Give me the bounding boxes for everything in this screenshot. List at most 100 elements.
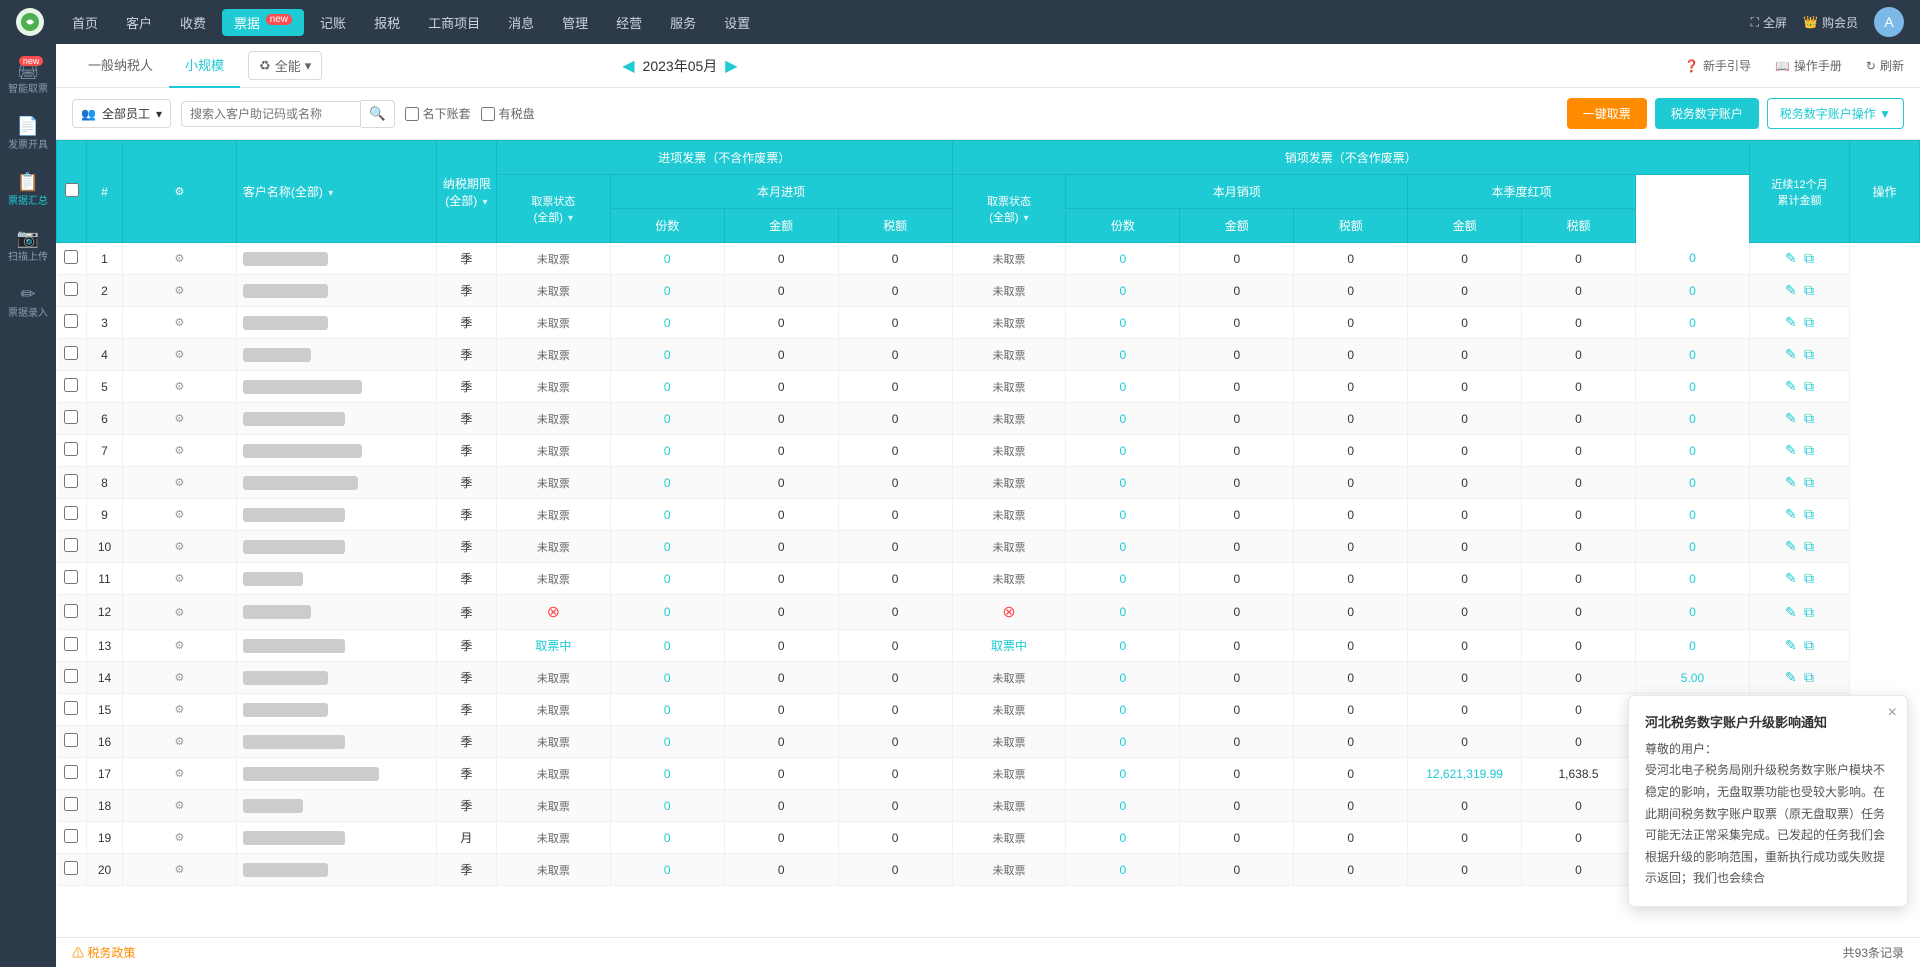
popup-close-btn[interactable]: × [1888, 704, 1897, 722]
row-settings[interactable]: ⚙ [123, 630, 237, 662]
row-status-in[interactable]: 未取票 [496, 499, 610, 531]
row-status-out[interactable]: 未取票 [952, 790, 1066, 822]
row-settings[interactable]: ⚙ [123, 694, 237, 726]
row-checkbox[interactable] [64, 604, 78, 618]
row-customer-name[interactable]: ████████████ [236, 499, 436, 531]
edit-action-btn[interactable]: ✎ [1785, 538, 1797, 554]
row-settings[interactable]: ⚙ [123, 758, 237, 790]
edit-action-btn[interactable]: ✎ [1785, 442, 1797, 458]
row-checkbox[interactable] [64, 701, 78, 715]
row-status-in[interactable]: 未取票 [496, 662, 610, 694]
row-status-in[interactable]: 未取票 [496, 467, 610, 499]
row-customer-name[interactable]: ████████████.... [236, 467, 436, 499]
row-status-in[interactable]: 未取票 [496, 854, 610, 886]
one-key-ticket-btn[interactable]: 一键取票 [1567, 98, 1647, 129]
row-customer-name[interactable]: ██████████ [236, 307, 436, 339]
cumulative-link[interactable]: 0 [1689, 508, 1696, 522]
row-customer-name[interactable]: ████████████ [236, 822, 436, 854]
cumulative-link[interactable]: 0 [1689, 284, 1696, 298]
row-status-in[interactable]: 未取票 [496, 694, 610, 726]
row-status-out[interactable]: 未取票 [952, 243, 1066, 275]
row-settings[interactable]: ⚙ [123, 790, 237, 822]
copy-action-btn[interactable]: ⧉ [1804, 474, 1814, 490]
edit-action-btn[interactable]: ✎ [1785, 314, 1797, 330]
row-status-out[interactable]: ⊗ [952, 595, 1066, 630]
row-customer-name[interactable]: ████████ [236, 595, 436, 630]
edit-action-btn[interactable]: ✎ [1785, 346, 1797, 362]
edit-action-btn[interactable]: ✎ [1785, 410, 1797, 426]
copy-action-btn[interactable]: ⧉ [1804, 604, 1814, 620]
row-checkbox[interactable] [64, 442, 78, 456]
row-check[interactable] [57, 243, 87, 275]
row-checkbox[interactable] [64, 250, 78, 264]
row-customer-name[interactable]: ██████████ [236, 662, 436, 694]
row-status-out[interactable]: 未取票 [952, 726, 1066, 758]
row-customer-name[interactable]: ████████████ [236, 403, 436, 435]
date-next-btn[interactable]: ▶ [725, 56, 737, 76]
row-checkbox[interactable] [64, 797, 78, 811]
row-checkbox[interactable] [64, 733, 78, 747]
row-status-out[interactable]: 未取票 [952, 307, 1066, 339]
row-status-in[interactable]: 未取票 [496, 435, 610, 467]
row-settings[interactable]: ⚙ [123, 499, 237, 531]
row-customer-name[interactable]: ██████████ [236, 275, 436, 307]
row-check[interactable] [57, 339, 87, 371]
row-check[interactable] [57, 499, 87, 531]
row-checkbox[interactable] [64, 378, 78, 392]
row-customer-name[interactable]: ████████████████ [236, 758, 436, 790]
tax-policy-link[interactable]: ⚠ 税务政策 [72, 944, 135, 961]
copy-action-btn[interactable]: ⧉ [1804, 250, 1814, 266]
tax-digital-account-btn[interactable]: 税务数字账户 [1655, 98, 1759, 129]
row-settings[interactable]: ⚙ [123, 275, 237, 307]
row-check[interactable] [57, 371, 87, 403]
row-checkbox[interactable] [64, 474, 78, 488]
row-checkbox[interactable] [64, 282, 78, 296]
sidebar-item-invoice-entry[interactable]: ✏ 票据录入 [4, 276, 52, 328]
row-checkbox[interactable] [64, 829, 78, 843]
row-status-out[interactable]: 未取票 [952, 499, 1066, 531]
row-customer-name[interactable]: ████████████ [236, 726, 436, 758]
filter-tax-plate[interactable]: 有税盘 [481, 105, 535, 122]
cumulative-link[interactable]: 0 [1689, 412, 1696, 426]
row-check[interactable] [57, 307, 87, 339]
nav-manage[interactable]: 管理 [550, 9, 600, 36]
row-customer-name[interactable]: ██████████████ [236, 371, 436, 403]
row-status-out[interactable]: 未取票 [952, 758, 1066, 790]
row-customer-name[interactable]: ████████████ [236, 531, 436, 563]
row-status-out[interactable]: 未取票 [952, 854, 1066, 886]
fullscreen-btn[interactable]: ⛶ 全屏 [1751, 14, 1787, 31]
row-status-in[interactable]: 未取票 [496, 531, 610, 563]
row-checkbox[interactable] [64, 669, 78, 683]
row-customer-name[interactable]: ██████████████ [236, 435, 436, 467]
employee-selector[interactable]: 👥 全部员工 ▾ [72, 99, 171, 128]
edit-action-btn[interactable]: ✎ [1785, 282, 1797, 298]
nav-message[interactable]: 消息 [496, 9, 546, 36]
manual-btn[interactable]: 📖 操作手册 [1775, 57, 1842, 74]
nav-home[interactable]: 首页 [60, 9, 110, 36]
cumulative-link[interactable]: 5.00 [1681, 671, 1704, 685]
row-status-out[interactable]: 未取票 [952, 662, 1066, 694]
cumulative-link[interactable]: 0 [1689, 444, 1696, 458]
row-settings[interactable]: ⚙ [123, 371, 237, 403]
cumulative-link[interactable]: 0 [1689, 639, 1696, 653]
copy-action-btn[interactable]: ⧉ [1804, 637, 1814, 653]
row-checkbox[interactable] [64, 346, 78, 360]
row-check[interactable] [57, 790, 87, 822]
nav-tax[interactable]: 报税 [362, 9, 412, 36]
nav-customer[interactable]: 客户 [114, 9, 164, 36]
row-status-out[interactable]: 取票中 [952, 630, 1066, 662]
row-status-in[interactable]: 未取票 [496, 403, 610, 435]
sidebar-item-scan-upload[interactable]: 📷 扫描上传 [4, 220, 52, 272]
row-status-out[interactable]: 未取票 [952, 822, 1066, 854]
copy-action-btn[interactable]: ⧉ [1804, 669, 1814, 685]
row-settings[interactable]: ⚙ [123, 339, 237, 371]
row-check[interactable] [57, 435, 87, 467]
row-status-in[interactable]: ⊗ [496, 595, 610, 630]
th-status-in[interactable]: 取票状态(全部) ▾ [496, 175, 610, 243]
edit-action-btn[interactable]: ✎ [1785, 669, 1797, 685]
row-status-in[interactable]: 未取票 [496, 339, 610, 371]
row-settings[interactable]: ⚙ [123, 531, 237, 563]
sidebar-item-open-invoice[interactable]: 📄 发票开具 [4, 108, 52, 160]
cumulative-link[interactable]: 0 [1689, 380, 1696, 394]
row-checkbox[interactable] [64, 506, 78, 520]
